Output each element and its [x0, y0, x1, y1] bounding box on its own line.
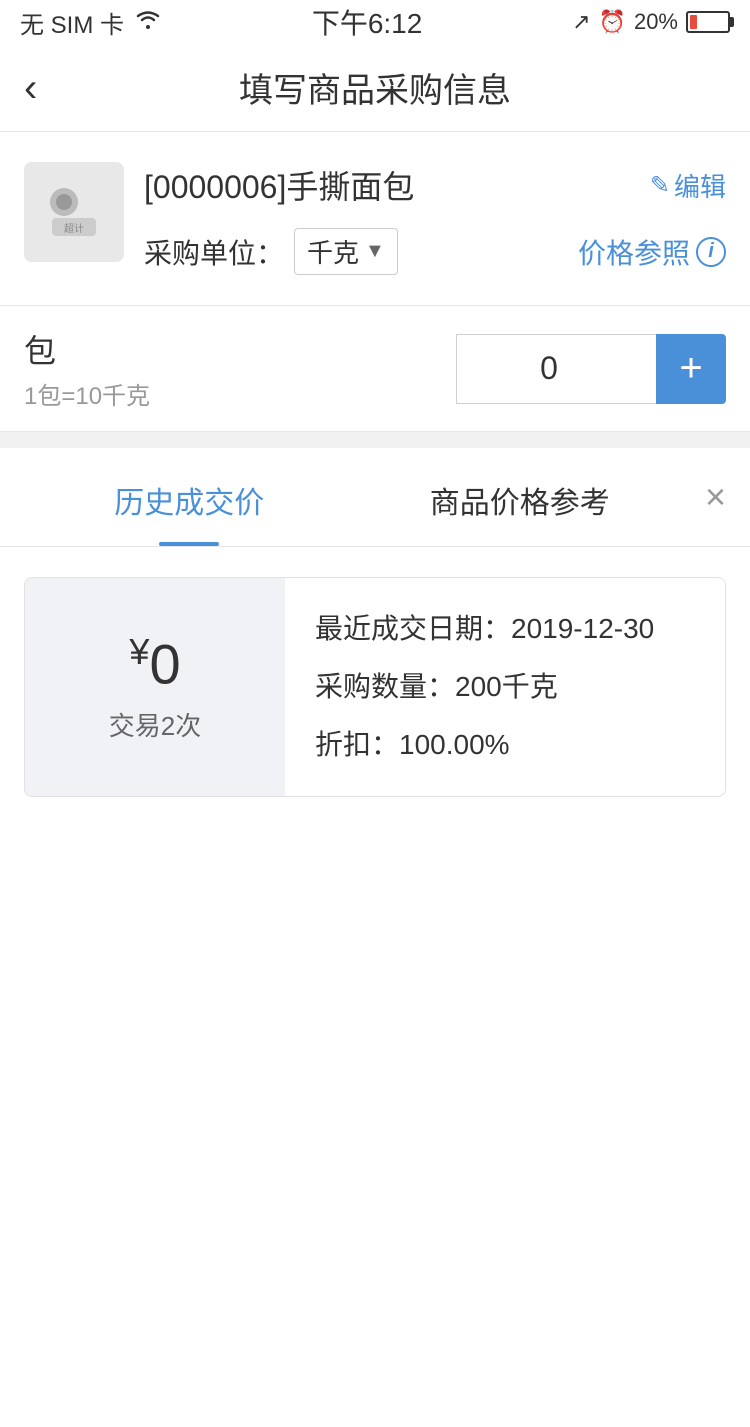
history-date-row: 最近成交日期：2019-12-30 [315, 608, 695, 650]
unit-label: 采购单位： [144, 232, 284, 272]
currency-symbol: ¥ [129, 631, 149, 672]
bottom-space [0, 827, 750, 1427]
quantity-unit-label: 包 [24, 326, 150, 372]
alarm-icon: ⏰ [599, 9, 626, 35]
quantity-section: 包 1包=10千克 + [0, 306, 750, 432]
price-ref-label: 价格参照 [578, 232, 690, 272]
carrier-label: 无 SIM 卡 [20, 5, 124, 40]
history-price-value: ¥0 [129, 631, 180, 697]
history-card: ¥0 交易2次 最近成交日期：2019-12-30 采购数量：200千克 折扣：… [24, 577, 726, 797]
svg-text:超计: 超计 [64, 222, 84, 235]
back-button[interactable]: ‹ [24, 68, 37, 108]
price-reference-button[interactable]: 价格参照 i [578, 232, 726, 272]
edit-icon: ✎ [650, 171, 670, 200]
unit-value: 千克 [307, 233, 359, 270]
quantity-plus-button[interactable]: + [656, 334, 726, 404]
product-unit-row: 采购单位： 千克 ▼ 价格参照 i [144, 228, 726, 275]
history-discount-row: 折扣：100.00% [315, 724, 695, 766]
dropdown-arrow-icon: ▼ [365, 240, 385, 263]
nav-bar: ‹ 填写商品采购信息 [0, 44, 750, 132]
tab-history-price[interactable]: 历史成交价 [24, 448, 354, 546]
quantity-input[interactable] [456, 334, 656, 404]
history-detail-block: 最近成交日期：2019-12-30 采购数量：200千克 折扣：100.00% [285, 578, 725, 796]
location-icon: ↗ [572, 9, 590, 35]
help-icon: i [696, 237, 726, 267]
section-divider [0, 432, 750, 448]
page-title: 填写商品采购信息 [239, 63, 511, 112]
battery-icon [686, 11, 730, 33]
price-panel: 历史成交价 商品价格参考 × ¥0 交易2次 最近成交日期：2019-12-30… [0, 448, 750, 827]
product-header: [0000006]手撕面包 ✎ 编辑 [144, 162, 726, 208]
status-left: 无 SIM 卡 [20, 5, 162, 40]
history-trades-label: 交易2次 [109, 706, 201, 743]
quantity-input-block: + [456, 334, 726, 404]
quantity-label-block: 包 1包=10千克 [24, 326, 150, 411]
price-tabs: 历史成交价 商品价格参考 × [0, 448, 750, 547]
battery-pct-label: 20% [634, 9, 678, 35]
history-price-block: ¥0 交易2次 [25, 578, 285, 796]
quantity-equiv-label: 1包=10千克 [24, 376, 150, 411]
unit-select-dropdown[interactable]: 千克 ▼ [294, 228, 398, 275]
wifi-icon [134, 8, 162, 36]
status-bar: 无 SIM 卡 下午6:12 ↗ ⏰ 20% [0, 0, 750, 44]
product-section: 超计 [0000006]手撕面包 ✎ 编辑 采购单位： 千克 ▼ [0, 132, 750, 306]
history-qty-row: 采购数量：200千克 [315, 666, 695, 708]
edit-button[interactable]: ✎ 编辑 [650, 167, 726, 204]
product-image: 超计 [24, 162, 124, 262]
product-top: 超计 [0000006]手撕面包 ✎ 编辑 采购单位： 千克 ▼ [24, 162, 726, 275]
product-name: [0000006]手撕面包 [144, 162, 414, 208]
product-info: [0000006]手撕面包 ✎ 编辑 采购单位： 千克 ▼ 价格参照 [144, 162, 726, 275]
price-content: ¥0 交易2次 最近成交日期：2019-12-30 采购数量：200千克 折扣：… [0, 547, 750, 827]
status-right: ↗ ⏰ 20% [572, 9, 730, 35]
tab-product-price-ref[interactable]: 商品价格参考 [354, 448, 684, 546]
close-panel-button[interactable]: × [685, 456, 726, 538]
status-time: 下午6:12 [312, 2, 423, 42]
